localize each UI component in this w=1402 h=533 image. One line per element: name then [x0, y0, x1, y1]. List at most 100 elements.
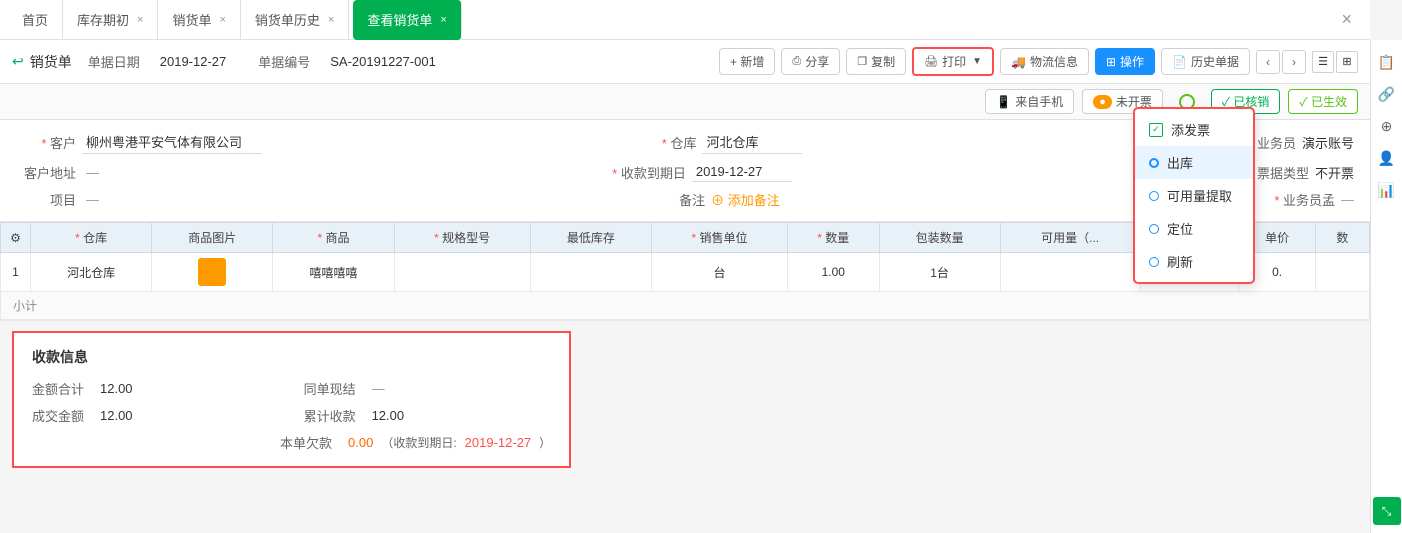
deal-row: 成交金额 12.00: [32, 406, 280, 425]
operation-dropdown: ✓ 添发票 出库 可用量提取 定位 刷新: [1134, 108, 1254, 283]
project-value: —: [82, 190, 262, 209]
tab-view-sales[interactable]: 查看销货单 ×: [353, 0, 461, 40]
business-value: 演示账号: [1302, 133, 1354, 152]
total-row: 金额合计 12.00: [32, 379, 280, 398]
tab-inventory[interactable]: 库存期初 ×: [63, 0, 158, 40]
dropdown-item-locate[interactable]: 定位: [1135, 212, 1253, 245]
deal-label: 成交金额: [32, 406, 92, 425]
address-label: 客户地址: [16, 163, 76, 182]
deal-value: 12.00: [100, 408, 133, 423]
sidebar-icon-1[interactable]: 📋: [1373, 48, 1401, 76]
nav-next[interactable]: ›: [1282, 50, 1306, 74]
row-warehouse: 河北仓库: [31, 253, 152, 292]
ticket-field: * 票据类型 不开票: [1248, 163, 1354, 182]
toolbar: ↩ 销货单 单据日期 2019-12-27 单据编号 SA-20191227-0…: [0, 40, 1370, 84]
col-pack-qty: 包装数量: [879, 223, 1000, 253]
cumulative-label: 累计收款: [304, 406, 364, 425]
locate-icon: [1149, 224, 1159, 234]
tab-home[interactable]: 首页: [8, 0, 63, 40]
sidebar-icon-4[interactable]: 👤: [1373, 144, 1401, 172]
total-label: 金额合计: [32, 379, 92, 398]
subtotal-row: 小计: [1, 292, 1370, 320]
customer-label: * 客户: [16, 133, 76, 152]
sidebar-expand-button[interactable]: ⤡: [1373, 497, 1401, 525]
row-amount: [1315, 253, 1369, 292]
col-amount: 数: [1315, 223, 1369, 253]
not-open-badge: ●: [1093, 95, 1112, 109]
view-grid-icon[interactable]: ⊞: [1336, 51, 1358, 73]
cumulative-row: 累计收款 12.00: [304, 406, 552, 425]
tab-close-history[interactable]: ×: [328, 14, 334, 26]
business-field: 业务员 演示账号: [1257, 133, 1354, 152]
debt-row: 本单欠款 0.00 （收款到期日: 2019-12-27 ）: [32, 433, 551, 452]
col-product: * 商品: [273, 223, 394, 253]
print-button[interactable]: 🖨 打印 ▼: [912, 47, 994, 76]
view-icons: ☰ ⊞: [1312, 51, 1358, 73]
copy-button[interactable]: ❐ 复制: [846, 48, 906, 75]
col-quantity: * 数量: [788, 223, 879, 253]
due-date-value: 2019-12-27: [692, 162, 792, 182]
col-settings[interactable]: ⚙: [1, 223, 31, 253]
col-product-img: 商品图片: [152, 223, 273, 253]
debt-note: （收款到期日:: [381, 434, 456, 451]
sidebar-icon-2[interactable]: 🔗: [1373, 80, 1401, 108]
doc-icon: ↩: [12, 53, 24, 70]
salesman-value: —: [1341, 192, 1354, 207]
expand-icon: ⤡: [1382, 504, 1392, 519]
history-button[interactable]: 📄 历史单据: [1161, 48, 1250, 75]
warehouse-value: 河北仓库: [702, 130, 802, 154]
settle-row: 同单现结 —: [304, 379, 552, 398]
payment-title: 收款信息: [32, 347, 551, 367]
due-date-field: * 收款到期日 2019-12-27: [612, 162, 1168, 182]
cumulative-value: 12.00: [372, 408, 405, 423]
tab-sales[interactable]: 销货单 ×: [158, 0, 240, 40]
nav-arrows: ‹ ›: [1256, 50, 1306, 74]
date-label: 单据日期: [88, 52, 140, 71]
debt-value: 0.00: [348, 435, 373, 450]
share-button[interactable]: ⎙ 分享: [781, 48, 840, 75]
tab-close-sales[interactable]: ×: [219, 14, 225, 26]
row-min-stock: [530, 253, 651, 292]
num-label: 单据编号: [258, 52, 310, 71]
print-dropdown-arrow[interactable]: ▼: [972, 56, 982, 67]
add-remark-button[interactable]: ⊕ 添加备注: [711, 190, 780, 209]
bottom-area: 收款信息 金额合计 12.00 同单现结 — 成交金额 12.00 累计收款 1…: [0, 321, 1370, 478]
col-sales-unit: * 销售单位: [651, 223, 787, 253]
row-available: [1000, 253, 1140, 292]
add-invoice-icon: ✓: [1149, 123, 1163, 137]
operation-button[interactable]: ⊞ 操作: [1095, 48, 1155, 75]
dropdown-item-refresh[interactable]: 刷新: [1135, 245, 1253, 278]
warehouse-label: * 仓库: [656, 133, 696, 152]
row-pack-qty: 1台: [879, 253, 1000, 292]
dropdown-item-outbound[interactable]: 出库: [1135, 146, 1253, 179]
row-spec: [394, 253, 530, 292]
nav-prev[interactable]: ‹: [1256, 50, 1280, 74]
remark-label: 备注: [665, 190, 705, 209]
due-date-label: * 收款到期日: [612, 163, 686, 182]
logistics-button[interactable]: 🚚 物流信息: [1000, 48, 1089, 75]
refresh-icon: [1149, 257, 1159, 267]
dropdown-item-available-pick[interactable]: 可用量提取: [1135, 179, 1253, 212]
col-available: 可用量（...: [1000, 223, 1140, 253]
view-list-icon[interactable]: ☰: [1312, 51, 1334, 73]
row-product-img: [152, 253, 273, 292]
tab-sales-history[interactable]: 销货单历史 ×: [241, 0, 349, 40]
ticket-label: * 票据类型: [1248, 163, 1309, 182]
window-close-button[interactable]: ×: [1331, 9, 1362, 30]
from-mobile-button[interactable]: 📱 来自手机: [985, 89, 1074, 114]
doc-meta: 单据日期 2019-12-27 单据编号 SA-20191227-001: [88, 52, 436, 71]
sidebar-icon-5[interactable]: 📊: [1373, 176, 1401, 204]
new-button[interactable]: + 新增: [719, 48, 775, 75]
outbound-icon: [1149, 158, 1159, 168]
salesman-label: * 业务员孟: [1274, 190, 1335, 209]
product-image: [198, 258, 226, 286]
sidebar-icon-3[interactable]: ⊕: [1373, 112, 1401, 140]
tab-close-inventory[interactable]: ×: [137, 14, 143, 26]
tab-close-view-sales[interactable]: ×: [440, 14, 446, 26]
circle-plus-icon: ⊕: [1381, 118, 1393, 135]
dropdown-item-add-invoice[interactable]: ✓ 添发票: [1135, 113, 1253, 146]
available-pick-icon: [1149, 191, 1159, 201]
row-sales-unit: 台: [651, 253, 787, 292]
effect-button[interactable]: ✓ 已生效: [1288, 89, 1358, 114]
user-icon: 👤: [1378, 150, 1395, 167]
